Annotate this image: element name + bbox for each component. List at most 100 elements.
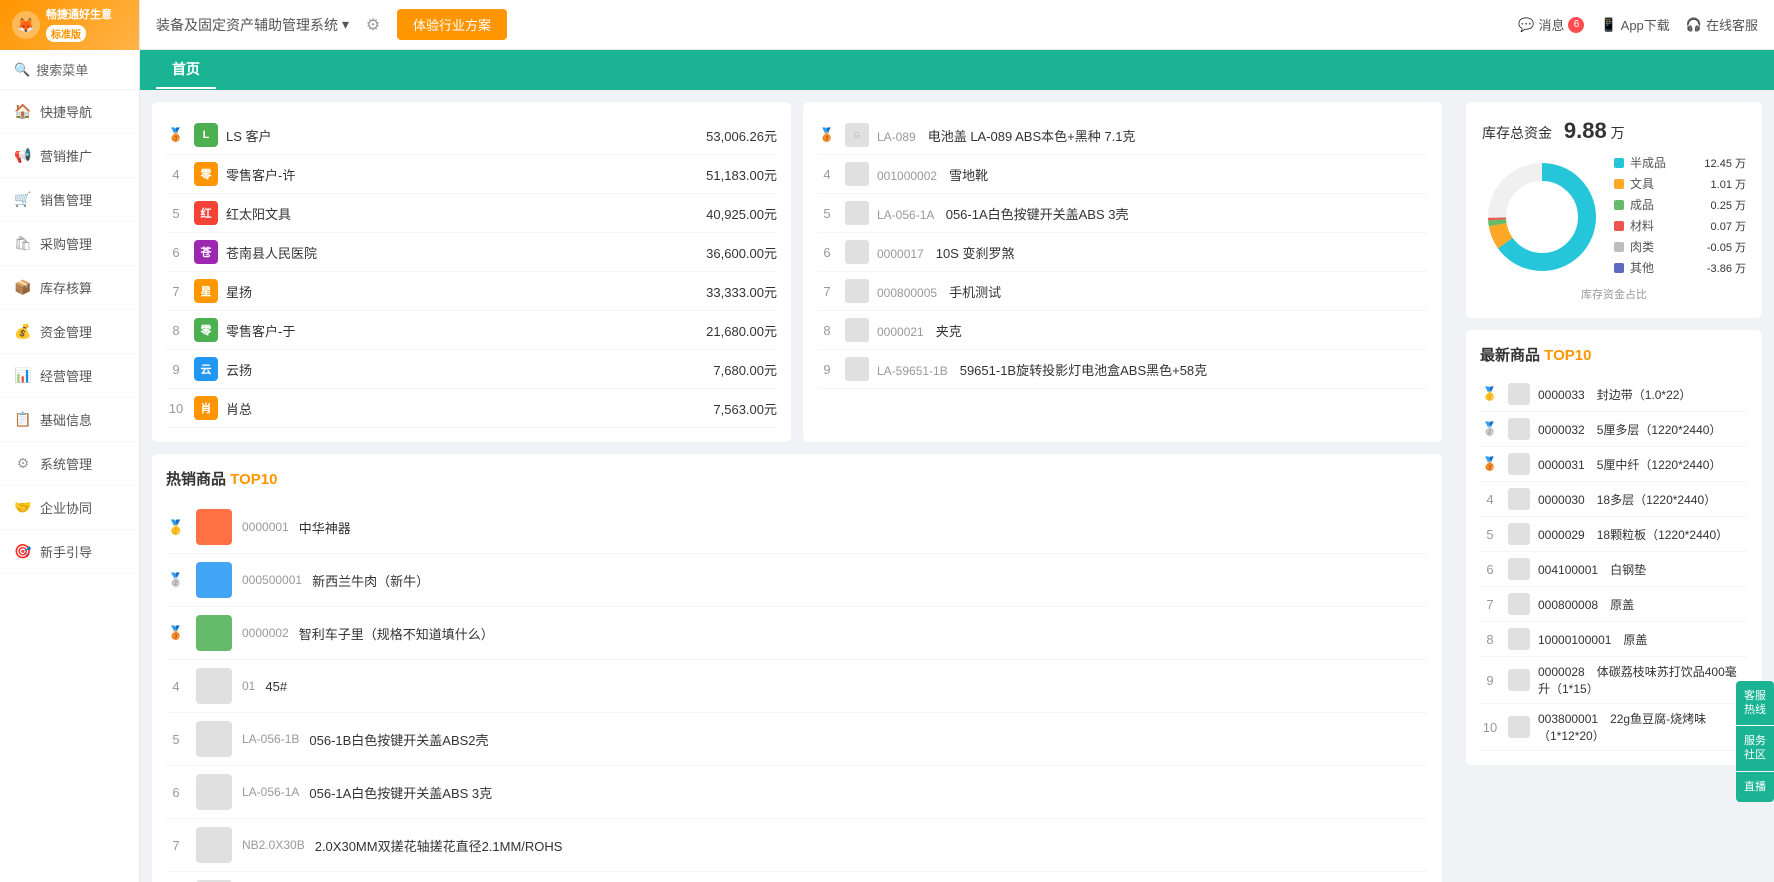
hot-product-item: 🥇 0000001 中华神器 bbox=[166, 501, 1428, 554]
product-image bbox=[196, 827, 232, 863]
rank-number: 9 bbox=[817, 362, 837, 377]
customer-value: 36,600.00元 bbox=[706, 243, 777, 262]
inventory-unit: 万 bbox=[1611, 125, 1625, 141]
rank-item: 10 肖 肖总 7,563.00元 bbox=[166, 389, 777, 428]
sidebar-item-guide[interactable]: 🎯 新手引导 bbox=[0, 530, 139, 574]
rank-number: 6 bbox=[166, 245, 186, 260]
new-product-item: 6 004100001 白钢垫 bbox=[1480, 552, 1748, 587]
legend-item: 其他 -3.86 万 bbox=[1614, 259, 1746, 276]
customer-name: 红太阳文具 bbox=[226, 204, 698, 223]
customer-avatar: 肖 bbox=[194, 396, 218, 420]
sidebar-item-label: 系统管理 bbox=[40, 454, 92, 473]
system-selector[interactable]: 装备及固定资产辅助管理系统 ▾ bbox=[156, 15, 349, 35]
inventory-title-text: 库存总资金 bbox=[1482, 125, 1552, 141]
product-code: 000500001 bbox=[242, 573, 302, 587]
customer-service-button[interactable]: 客服热线 bbox=[1736, 681, 1774, 726]
customer-value: 40,925.00元 bbox=[706, 204, 777, 223]
product-code: 0000001 bbox=[242, 520, 289, 534]
product-thumb bbox=[845, 162, 869, 186]
rank-number: 🥇 bbox=[166, 519, 186, 536]
new-products-list: 🥇 0000033 封边带（1.0*22） 🥈 0000032 5厘多层（122… bbox=[1480, 377, 1748, 751]
rank-number: 5 bbox=[166, 206, 186, 221]
middle-panel: 🥉 L LS 客户 53,006.26元 4 零 零售客户-许 51,183.0… bbox=[140, 90, 1454, 882]
notifications-item[interactable]: 💬 消息 6 bbox=[1518, 15, 1584, 34]
inventory-chart-row: 半成品 12.45 万 文具 1.01 万 成品 0.25 万 bbox=[1482, 154, 1746, 280]
inventory-caption: 库存资金占比 bbox=[1482, 286, 1746, 302]
sidebar-item-purchase[interactable]: 🛍 采购管理 bbox=[0, 222, 139, 266]
sidebar-item-label: 采购管理 bbox=[40, 234, 92, 253]
sidebar-item-operation[interactable]: 📊 经营管理 bbox=[0, 354, 139, 398]
new-product-item: 8 10000100001 原盖 bbox=[1480, 622, 1748, 657]
legend-value: 0.25 万 bbox=[1711, 197, 1746, 213]
rank-number: 🥇 bbox=[1480, 386, 1500, 402]
tab-home[interactable]: 首页 bbox=[156, 51, 216, 89]
rank-number: 6 bbox=[1480, 562, 1500, 577]
hot-product-item: 6 LA-056-1A 056-1A白色按键开关盖ABS 3克 bbox=[166, 766, 1428, 819]
rank-number: 7 bbox=[166, 838, 186, 853]
customer-value: 7,680.00元 bbox=[713, 360, 777, 379]
new-product-item: 5 0000029 18颗粒板（1220*2440） bbox=[1480, 517, 1748, 552]
legend-value: -0.05 万 bbox=[1707, 239, 1746, 255]
notifications-count: 6 bbox=[1568, 17, 1584, 33]
new-product-item: 🥉 0000031 5厘中纤（1220*2440） bbox=[1480, 447, 1748, 482]
inventory-card: 库存总资金 9.88 万 bbox=[1466, 102, 1762, 318]
rank-number: 🥈 bbox=[1480, 421, 1500, 437]
customer-name: 肖总 bbox=[226, 399, 705, 418]
product-name: 0000028 体碳荔枝味苏打饮品400毫升（1*15） bbox=[1538, 663, 1748, 697]
customer-name: 云扬 bbox=[226, 360, 705, 379]
rank-item: 6 苍 苍南县人民医院 36,600.00元 bbox=[166, 233, 777, 272]
community-button[interactable]: 服务社区 bbox=[1736, 726, 1774, 771]
legend-item: 材料 0.07 万 bbox=[1614, 217, 1746, 234]
rank-item: 5 红 红太阳文具 40,925.00元 bbox=[166, 194, 777, 233]
product-name: 0000029 18颗粒板（1220*2440） bbox=[1538, 526, 1748, 543]
customer-rank-list: 🥉 L LS 客户 53,006.26元 4 零 零售客户-许 51,183.0… bbox=[166, 116, 777, 428]
inventory-title: 库存总资金 9.88 万 bbox=[1482, 118, 1746, 144]
customer-avatar: 红 bbox=[194, 201, 218, 225]
sidebar-item-sales[interactable]: 🛒 销售管理 bbox=[0, 178, 139, 222]
product-rank-list: 🥉 G LA-089 电池盖 LA-089 ABS本色+黑种 7.1克 4 bbox=[817, 116, 1428, 389]
product-thumb bbox=[845, 357, 869, 381]
sidebar-item-finance[interactable]: 💰 资金管理 bbox=[0, 310, 139, 354]
legend-item: 文具 1.01 万 bbox=[1614, 175, 1746, 192]
product-name: 056-1A白色按键开关盖ABS 3克 bbox=[309, 783, 1428, 802]
rank-item: 4 零 零售客户-许 51,183.00元 bbox=[166, 155, 777, 194]
product-code: LA-056-1A bbox=[242, 785, 299, 799]
product-rank-item: 🥉 G LA-089 电池盖 LA-089 ABS本色+黑种 7.1克 bbox=[817, 116, 1428, 155]
live-button[interactable]: 直播 bbox=[1736, 772, 1774, 802]
hot-products-title: 热销商品 TOP10 bbox=[166, 468, 1428, 489]
sidebar-item-label: 企业协同 bbox=[40, 498, 92, 517]
sidebar-item-enterprise[interactable]: 🤝 企业协同 bbox=[0, 486, 139, 530]
main-area: 装备及固定资产辅助管理系统 ▾ ⚙ 体验行业方案 💬 消息 6 📱 App下载 … bbox=[140, 0, 1774, 882]
sidebar-item-inventory[interactable]: 📦 库存核算 bbox=[0, 266, 139, 310]
search-label: 搜索菜单 bbox=[36, 60, 88, 79]
rank-number: 5 bbox=[166, 732, 186, 747]
legend-value: 1.01 万 bbox=[1711, 176, 1746, 192]
app-name: 畅捷通好生意 bbox=[46, 8, 112, 22]
sidebar-item-label: 营销推广 bbox=[40, 146, 92, 165]
sidebar-item-basic[interactable]: 📋 基础信息 bbox=[0, 398, 139, 442]
sidebar-item-quick-nav[interactable]: 🏠 快捷导航 bbox=[0, 90, 139, 134]
product-name: 中华神器 bbox=[299, 518, 1428, 537]
product-thumb bbox=[1508, 453, 1530, 475]
sidebar-item-marketing[interactable]: 📢 营销推广 bbox=[0, 134, 139, 178]
header-right: 💬 消息 6 📱 App下载 🎧 在线客服 bbox=[1518, 15, 1758, 34]
product-name: 0000032 5厘多层（1220*2440） bbox=[1538, 421, 1748, 438]
nav-tabs: 首页 bbox=[140, 50, 1774, 90]
product-code: LA-056-1B bbox=[242, 732, 299, 746]
trial-button[interactable]: 体验行业方案 bbox=[397, 9, 507, 40]
rank-number: 10 bbox=[166, 401, 186, 416]
inventory-icon: 📦 bbox=[14, 279, 32, 297]
rank-number: 4 bbox=[817, 167, 837, 182]
legend-dot bbox=[1614, 263, 1624, 273]
settings-button[interactable]: ⚙ bbox=[359, 11, 387, 39]
float-support: 客服热线 服务社区 直播 bbox=[1736, 681, 1774, 802]
online-service-item[interactable]: 🎧 在线客服 bbox=[1686, 15, 1758, 34]
app-download-item[interactable]: 📱 App下载 bbox=[1600, 15, 1669, 34]
rank-number: 4 bbox=[166, 167, 186, 182]
product-name: 10000100001 原盖 bbox=[1538, 631, 1748, 648]
rank-number: 5 bbox=[817, 206, 837, 221]
sidebar-item-system[interactable]: ⚙ 系统管理 bbox=[0, 442, 139, 486]
legend-name: 其他 bbox=[1630, 259, 1701, 276]
search-menu[interactable]: 🔍 搜索菜单 bbox=[0, 50, 139, 90]
rank-item: 🥉 L LS 客户 53,006.26元 bbox=[166, 116, 777, 155]
